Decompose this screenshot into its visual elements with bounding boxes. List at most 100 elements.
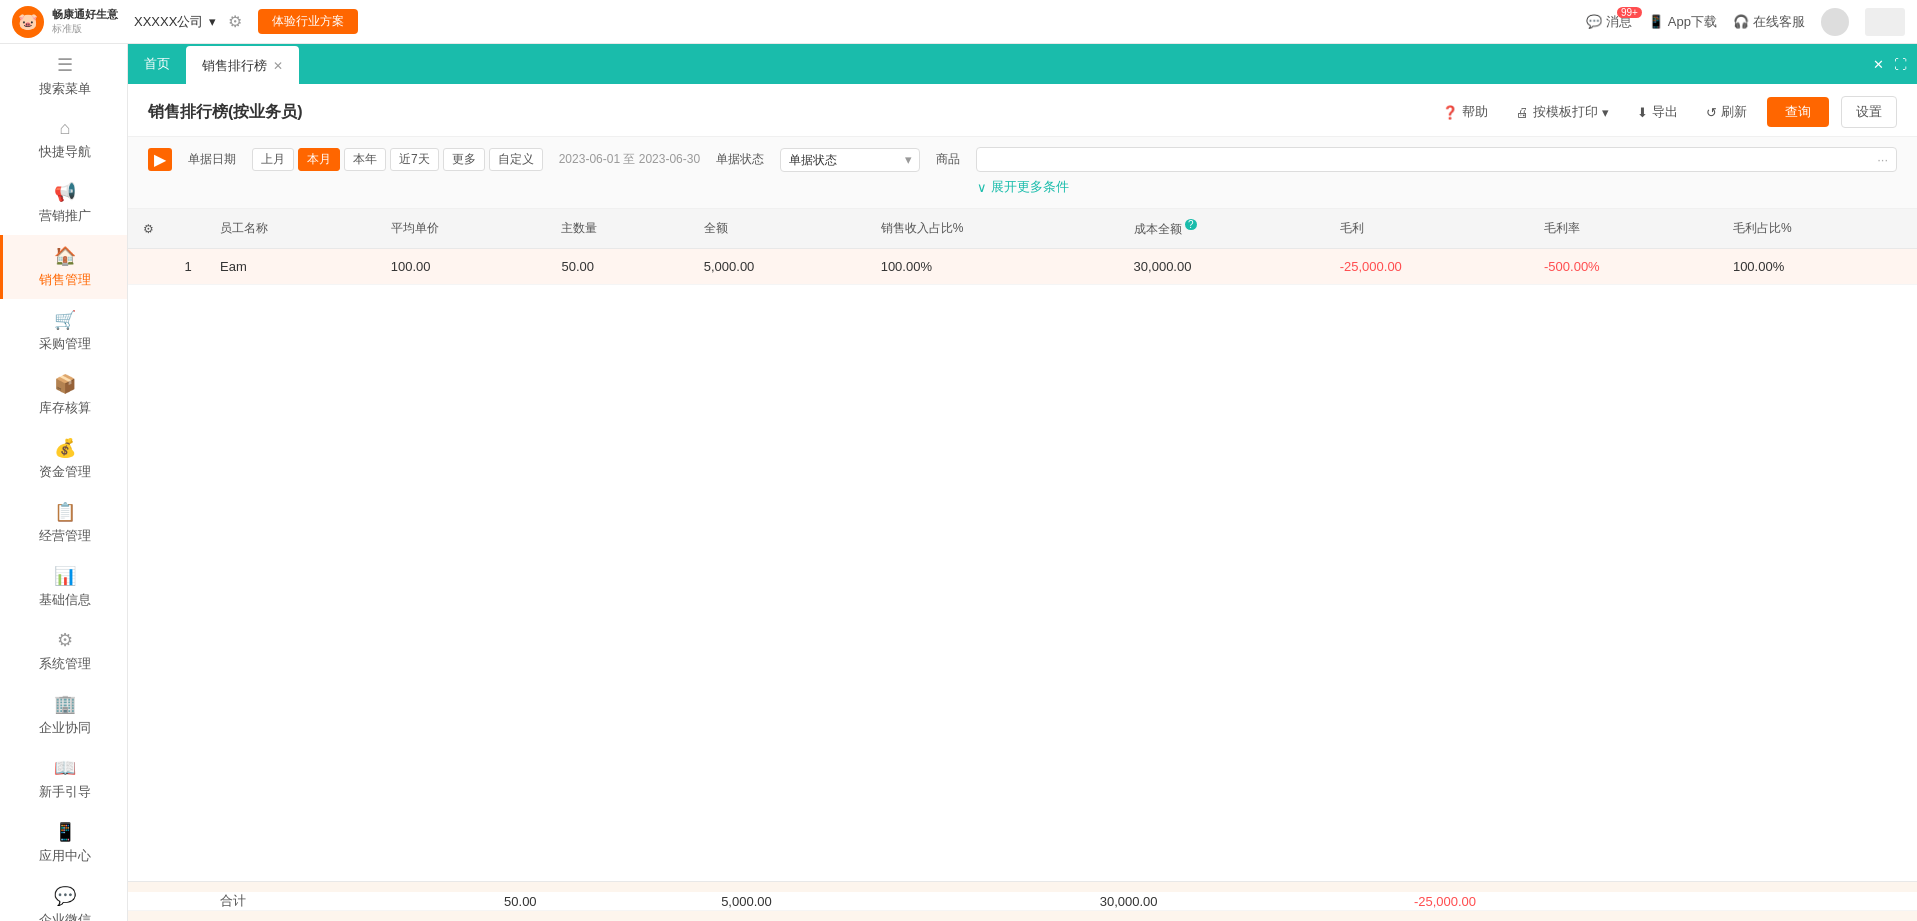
sidebar-item-label: 采购管理 <box>39 335 91 353</box>
sidebar-item-label: 应用中心 <box>39 847 91 865</box>
setting-button[interactable]: 设置 <box>1841 96 1897 128</box>
sidebar-item-enterprise[interactable]: 🏢 企业协同 <box>0 683 127 747</box>
footer-amount: 5,000.00 <box>709 892 995 911</box>
print-icon: 🖨 <box>1516 105 1529 120</box>
sidebar-item-system[interactable]: ⚙ 系统管理 <box>0 619 127 683</box>
date-btn-7days[interactable]: 近7天 <box>390 148 439 171</box>
status-select[interactable]: 单据状态 <box>780 148 920 172</box>
filter-row: ▶ 单据日期 上月 本月 本年 近7天 更多 自定义 2023-06-01 至 … <box>148 147 1897 172</box>
tab-bar-right: ✕ ⛶ <box>1873 57 1917 72</box>
sidebar-item-operation[interactable]: 📋 经营管理 <box>0 491 127 555</box>
company-selector[interactable]: XXXXX公司 ▾ <box>134 13 216 31</box>
sidebar-item-label: 营销推广 <box>39 207 91 225</box>
sidebar-item-label: 经营管理 <box>39 527 91 545</box>
footer-gross: -25,000.00 <box>1402 892 1733 911</box>
message-btn[interactable]: 💬 消息 99+ <box>1586 13 1632 31</box>
sidebar-item-search[interactable]: ☰ 搜索菜单 <box>0 44 127 108</box>
apps-icon: 📱 <box>54 821 76 843</box>
footer-table: 合计 50.00 5,000.00 30,000.00 -25,000.00 <box>128 892 1917 911</box>
home-icon: ⌂ <box>60 118 71 139</box>
guide-icon: 📖 <box>54 757 76 779</box>
trial-button[interactable]: 体验行业方案 <box>258 9 358 34</box>
print-button[interactable]: 🖨 按模板打印 ▾ <box>1508 99 1617 125</box>
phone-icon: 📱 <box>1648 14 1664 29</box>
app-download-btn[interactable]: 📱 App下载 <box>1648 13 1717 31</box>
marketing-icon: 📢 <box>54 181 76 203</box>
wechat-icon: 💬 <box>54 885 76 907</box>
export-icon: ⬇ <box>1637 105 1648 120</box>
content-area: 首页 销售排行榜 ✕ ✕ ⛶ 销售排行榜(按业务员) ❓ 帮助 <box>128 44 1917 921</box>
print-dropdown-icon: ▾ <box>1602 105 1609 120</box>
tab-close-icon[interactable]: ✕ <box>273 59 283 73</box>
tab-home[interactable]: 首页 <box>128 44 186 84</box>
refresh-icon: ↺ <box>1706 105 1717 120</box>
footer-sales-pct-col <box>996 892 1088 911</box>
finance-icon: 💰 <box>54 437 76 459</box>
online-service-btn[interactable]: 🎧 在线客服 <box>1733 13 1805 31</box>
sidebar-item-label: 基础信息 <box>39 591 91 609</box>
col-settings[interactable]: ⚙ <box>128 209 168 249</box>
footer-rank-col <box>168 892 208 911</box>
message-badge: 99+ <box>1617 7 1642 18</box>
sidebar-item-label: 快捷导航 <box>39 143 91 161</box>
sidebar-item-shortcut[interactable]: ⌂ 快捷导航 <box>0 108 127 171</box>
col-avg-price: 平均单价 <box>379 209 550 249</box>
table-row: 1Eam100.0050.005,000.00100.00%30,000.00-… <box>128 249 1917 285</box>
sidebar-item-label: 企业协同 <box>39 719 91 737</box>
filter-expand-arrow[interactable]: ▶ <box>148 148 172 171</box>
col-cost: 成本全额 ? <box>1122 209 1328 249</box>
footer-total-label: 合计 <box>208 892 400 911</box>
help-button[interactable]: ❓ 帮助 <box>1434 99 1496 125</box>
logo-sub: 标准版 <box>52 22 118 36</box>
expand-more-btn[interactable]: ∨ 展开更多条件 <box>148 172 1897 198</box>
sidebar-item-wechat[interactable]: 💬 企业微信 <box>0 875 127 921</box>
settings-icon[interactable]: ⚙ <box>228 12 242 31</box>
avatar[interactable] <box>1821 8 1849 36</box>
sidebar-item-sales[interactable]: 🏠 销售管理 <box>0 235 127 299</box>
top-bar-right: 💬 消息 99+ 📱 App下载 🎧 在线客服 <box>1586 8 1905 36</box>
purchase-icon: 🛒 <box>54 309 76 331</box>
expand-down-icon: ∨ <box>977 180 987 195</box>
sidebar-item-guide[interactable]: 📖 新手引导 <box>0 747 127 811</box>
sidebar-item-label: 系统管理 <box>39 655 91 673</box>
logo-icon: 🐷 <box>12 6 44 38</box>
tab-close-window-icon[interactable]: ✕ <box>1873 57 1884 72</box>
date-btn-this-year[interactable]: 本年 <box>344 148 386 171</box>
date-btn-custom[interactable]: 自定义 <box>489 148 543 171</box>
sales-rank-table: ⚙ 员工名称 平均单价 主数量 全额 销售收入占比% 成本全额 ? 毛利 毛利率… <box>128 209 1917 285</box>
page-header: 销售排行榜(按业务员) ❓ 帮助 🖨 按模板打印 ▾ ⬇ 导出 <box>128 84 1917 137</box>
sidebar-item-label: 销售管理 <box>39 271 91 289</box>
export-button[interactable]: ⬇ 导出 <box>1629 99 1686 125</box>
table-area: ⚙ 员工名称 平均单价 主数量 全额 销售收入占比% 成本全额 ? 毛利 毛利率… <box>128 209 1917 881</box>
sidebar-item-basic[interactable]: 📊 基础信息 <box>0 555 127 619</box>
sidebar-item-label: 企业微信 <box>39 911 91 921</box>
basic-icon: 📊 <box>54 565 76 587</box>
query-button[interactable]: 查询 <box>1767 97 1829 127</box>
footer-row: 合计 50.00 5,000.00 30,000.00 -25,000.00 <box>128 892 1917 911</box>
tab-sales-rank-label: 销售排行榜 <box>202 57 267 75</box>
sidebar-item-apps[interactable]: 📱 应用中心 <box>0 811 127 875</box>
filter-date-btns: 上月 本月 本年 近7天 更多 自定义 <box>252 148 543 171</box>
date-label: 单据日期 <box>188 151 236 168</box>
date-btn-more[interactable]: 更多 <box>443 148 485 171</box>
sidebar-item-purchase[interactable]: 🛒 采购管理 <box>0 299 127 363</box>
tab-sales-rank[interactable]: 销售排行榜 ✕ <box>186 46 299 86</box>
page-title: 销售排行榜(按业务员) <box>148 102 303 123</box>
sidebar-item-inventory[interactable]: 📦 库存核算 <box>0 363 127 427</box>
search-menu-icon: ☰ <box>57 54 73 76</box>
operation-icon: 📋 <box>54 501 76 523</box>
sidebar-item-finance[interactable]: 💰 资金管理 <box>0 427 127 491</box>
footer-qty: 50.00 <box>492 892 709 911</box>
app-download-label: App下载 <box>1668 13 1717 31</box>
tab-home-label: 首页 <box>144 55 170 73</box>
date-btn-last-month[interactable]: 上月 <box>252 148 294 171</box>
table-footer: 合计 50.00 5,000.00 30,000.00 -25,000.00 <box>128 881 1917 921</box>
table-header-row: ⚙ 员工名称 平均单价 主数量 全额 销售收入占比% 成本全额 ? 毛利 毛利率… <box>128 209 1917 249</box>
date-btn-this-month[interactable]: 本月 <box>298 148 340 171</box>
tab-expand-icon[interactable]: ⛶ <box>1894 57 1907 72</box>
goods-more-icon[interactable]: ··· <box>1877 152 1888 167</box>
sidebar-item-marketing[interactable]: 📢 营销推广 <box>0 171 127 235</box>
col-employee-name: 员工名称 <box>208 209 379 249</box>
refresh-button[interactable]: ↺ 刷新 <box>1698 99 1755 125</box>
enterprise-icon: 🏢 <box>54 693 76 715</box>
